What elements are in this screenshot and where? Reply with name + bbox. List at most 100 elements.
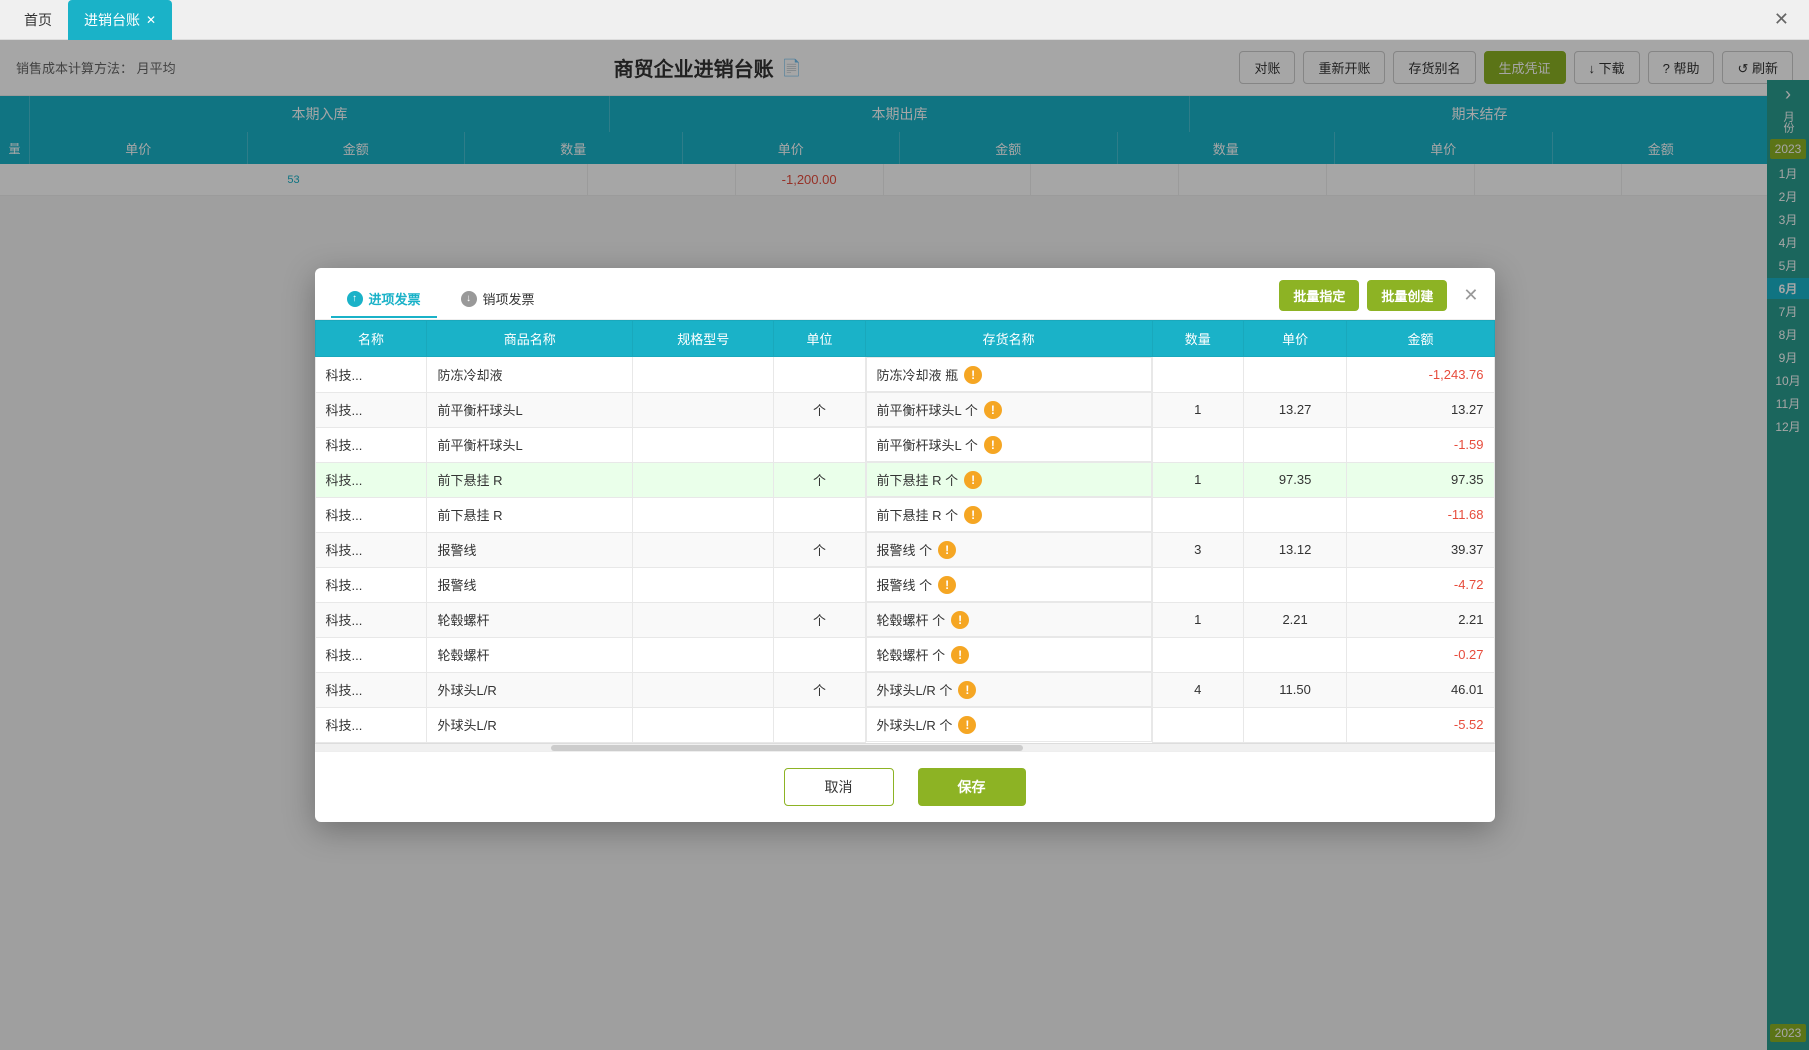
- table-row: 科技...防冻冷却液防冻冷却液 瓶!-1,243.76: [315, 357, 1494, 393]
- table-row: 科技...报警线个报警线 个!313.1239.37: [315, 532, 1494, 567]
- col-amount: 金额: [1347, 321, 1494, 357]
- cell-amount: -1,243.76: [1347, 357, 1494, 393]
- cell-unit: [774, 707, 865, 742]
- cell-unit: [774, 567, 865, 602]
- warning-icon: !: [964, 506, 982, 524]
- tab-incoming-invoice[interactable]: ↑ 进项发票: [331, 281, 437, 318]
- cell-qty: 4: [1152, 672, 1243, 707]
- cell-name: 科技...: [315, 532, 427, 567]
- table-row: 科技...轮毂螺杆个轮毂螺杆 个!12.212.21: [315, 602, 1494, 637]
- warning-icon: !: [964, 471, 982, 489]
- cell-qty: 1: [1152, 392, 1243, 427]
- col-unit: 单位: [774, 321, 865, 357]
- cell-name: 科技...: [315, 707, 427, 742]
- col-stock-name: 存货名称: [865, 321, 1152, 357]
- cell-name: 科技...: [315, 602, 427, 637]
- cell-product-name: 前平衡杆球头L: [427, 427, 633, 462]
- warning-icon: !: [951, 646, 969, 664]
- cell-price: [1243, 357, 1347, 393]
- batch-designate-button[interactable]: 批量指定: [1279, 280, 1359, 311]
- warning-icon: !: [951, 611, 969, 629]
- tab-home[interactable]: 首页: [8, 0, 68, 40]
- cell-price: [1243, 497, 1347, 532]
- cell-amount: 97.35: [1347, 462, 1494, 497]
- cell-product-name: 轮毂螺杆: [427, 602, 633, 637]
- dialog-close-button[interactable]: ✕: [1463, 285, 1478, 314]
- cell-unit: 个: [774, 392, 865, 427]
- cell-name: 科技...: [315, 497, 427, 532]
- cell-amount: 2.21: [1347, 602, 1494, 637]
- incoming-tab-label: 进项发票: [369, 289, 421, 308]
- cell-amount: -1.59: [1347, 427, 1494, 462]
- table-row: 科技...外球头L/R个外球头L/R 个!411.5046.01: [315, 672, 1494, 707]
- cell-stock-name: 报警线 个!: [866, 567, 1152, 602]
- cell-qty: [1152, 567, 1243, 602]
- cancel-button[interactable]: 取消: [784, 768, 894, 806]
- cell-spec: [633, 602, 774, 637]
- cell-qty: 1: [1152, 462, 1243, 497]
- dialog-table-wrap: 名称 商品名称 规格型号 单位 存货名称 数量 单价 金额 科技...防冻冷却液…: [315, 320, 1495, 743]
- incoming-tab-icon: ↑: [347, 291, 363, 307]
- cell-qty: [1152, 427, 1243, 462]
- invoice-table: 名称 商品名称 规格型号 单位 存货名称 数量 单价 金额 科技...防冻冷却液…: [315, 320, 1495, 743]
- scrollbar-thumb[interactable]: [551, 745, 1023, 751]
- cell-product-name: 外球头L/R: [427, 672, 633, 707]
- horizontal-scrollbar[interactable]: [315, 743, 1495, 751]
- cell-amount: -5.52: [1347, 707, 1494, 742]
- tab-ledger[interactable]: 进销台账 ✕: [68, 0, 172, 40]
- save-button[interactable]: 保存: [918, 768, 1026, 806]
- cell-product-name: 报警线: [427, 567, 633, 602]
- cell-qty: [1152, 357, 1243, 393]
- cell-unit: [774, 497, 865, 532]
- table-row: 科技...报警线报警线 个!-4.72: [315, 567, 1494, 602]
- app-close-button[interactable]: ✕: [1762, 9, 1801, 30]
- cell-product-name: 前下悬挂 R: [427, 462, 633, 497]
- table-row: 科技...轮毂螺杆轮毂螺杆 个!-0.27: [315, 637, 1494, 672]
- cell-stock-name: 前平衡杆球头L 个!: [866, 392, 1152, 427]
- table-row: 科技...前平衡杆球头L个前平衡杆球头L 个!113.2713.27: [315, 392, 1494, 427]
- col-price: 单价: [1243, 321, 1347, 357]
- tab-outgoing-invoice[interactable]: ↓ 销项发票: [445, 281, 551, 318]
- warning-icon: !: [984, 436, 1002, 454]
- cell-spec: [633, 497, 774, 532]
- cell-amount: -11.68: [1347, 497, 1494, 532]
- cell-qty: 3: [1152, 532, 1243, 567]
- cell-amount: -4.72: [1347, 567, 1494, 602]
- cell-product-name: 防冻冷却液: [427, 357, 633, 393]
- cell-product-name: 外球头L/R: [427, 707, 633, 742]
- cell-price: 2.21: [1243, 602, 1347, 637]
- cell-stock-name: 外球头L/R 个!: [866, 707, 1152, 742]
- table-row: 科技...前平衡杆球头L前平衡杆球头L 个!-1.59: [315, 427, 1494, 462]
- warning-icon: !: [984, 401, 1002, 419]
- cell-unit: 个: [774, 462, 865, 497]
- cell-unit: [774, 427, 865, 462]
- cell-spec: [633, 357, 774, 393]
- cell-name: 科技...: [315, 462, 427, 497]
- cell-name: 科技...: [315, 427, 427, 462]
- warning-icon: !: [964, 366, 982, 384]
- cell-unit: 个: [774, 672, 865, 707]
- cell-spec: [633, 672, 774, 707]
- cell-product-name: 轮毂螺杆: [427, 637, 633, 672]
- tab-bar: 首页 进销台账 ✕ ✕: [0, 0, 1809, 40]
- tab-ledger-label: 进销台账: [84, 10, 140, 30]
- tab-ledger-close[interactable]: ✕: [146, 13, 156, 27]
- table-row: 科技...前下悬挂 R前下悬挂 R 个!-11.68: [315, 497, 1494, 532]
- dialog-footer: 取消 保存: [315, 751, 1495, 822]
- outgoing-tab-label: 销项发票: [483, 289, 535, 308]
- batch-create-button[interactable]: 批量创建: [1367, 280, 1447, 311]
- col-qty: 数量: [1152, 321, 1243, 357]
- cell-price: 13.27: [1243, 392, 1347, 427]
- col-product-name: 商品名称: [427, 321, 633, 357]
- cell-qty: [1152, 707, 1243, 742]
- cell-stock-name: 防冻冷却液 瓶!: [866, 357, 1152, 392]
- cell-product-name: 前平衡杆球头L: [427, 392, 633, 427]
- cell-spec: [633, 462, 774, 497]
- cell-stock-name: 轮毂螺杆 个!: [866, 637, 1152, 672]
- warning-icon: !: [938, 541, 956, 559]
- cell-unit: 个: [774, 602, 865, 637]
- cell-stock-name: 报警线 个!: [866, 532, 1152, 567]
- cell-name: 科技...: [315, 672, 427, 707]
- cell-price: [1243, 427, 1347, 462]
- warning-icon: !: [938, 576, 956, 594]
